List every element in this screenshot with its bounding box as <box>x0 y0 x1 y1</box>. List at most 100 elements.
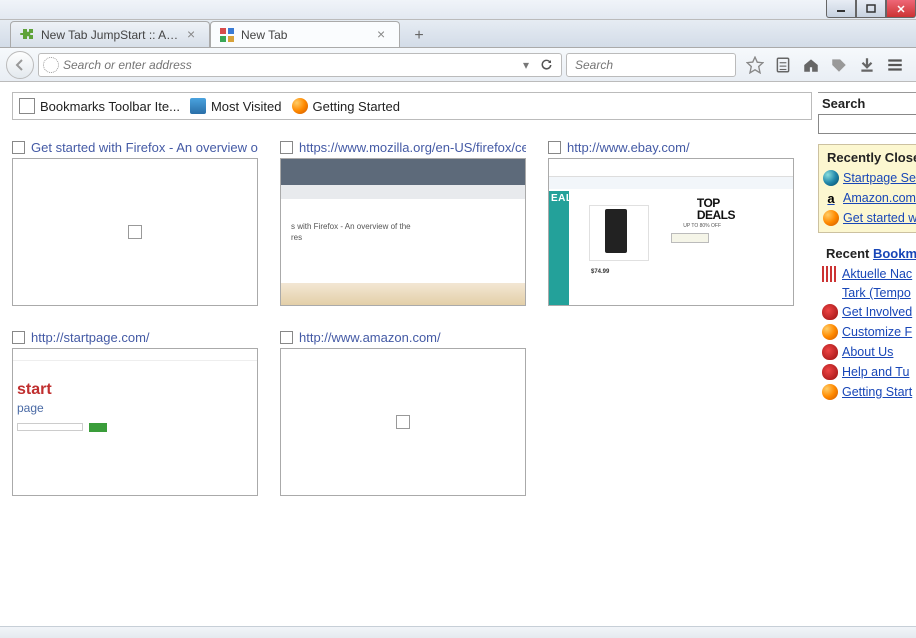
tag-icon <box>830 56 848 74</box>
bookmark-label: Getting Started <box>313 99 400 114</box>
back-arrow-icon <box>13 58 27 72</box>
recent-bookmark-item[interactable]: Getting Start <box>822 382 916 402</box>
downloads-button[interactable] <box>858 56 876 74</box>
bookmark-label: Most Visited <box>211 99 282 114</box>
firefox-icon <box>822 324 838 340</box>
tile-url: Get started with Firefox - An overview o… <box>31 140 258 155</box>
sidebar-recently-closed-section: Recently Closed Startpage Se aAmazon.com… <box>818 144 916 233</box>
window-title-bar <box>0 0 916 20</box>
bookmark-star-button[interactable] <box>746 56 764 74</box>
loading-icon <box>396 415 410 429</box>
reload-icon <box>539 58 553 72</box>
status-bar <box>0 626 916 638</box>
reload-button[interactable] <box>535 58 557 72</box>
bookmarks-list-button[interactable] <box>774 56 792 74</box>
recently-closed-title: Recently Closed <box>823 147 916 168</box>
tile-checkbox[interactable] <box>280 331 293 344</box>
recently-closed-item[interactable]: Startpage Se <box>823 168 916 188</box>
menu-button[interactable] <box>886 56 904 74</box>
window-close-button[interactable] <box>886 0 916 18</box>
tile-checkbox[interactable] <box>548 141 561 154</box>
new-tab-button[interactable]: + <box>406 25 432 47</box>
bookmark-folder-toolbar[interactable]: Bookmarks Toolbar Ite... <box>19 98 180 114</box>
speed-dial-grid: Get started with Firefox - An overview o… <box>12 138 818 496</box>
bookmarks-toolbar: Bookmarks Toolbar Ite... Most Visited Ge… <box>12 92 812 120</box>
tile-url: http://www.ebay.com/ <box>567 140 690 155</box>
bookmark-getting-started[interactable]: Getting Started <box>292 98 400 114</box>
back-button[interactable] <box>6 51 34 79</box>
recent-bookmark-item[interactable]: Get Involved <box>822 302 916 322</box>
tile-url: https://www.mozilla.org/en-US/firefox/ce <box>299 140 526 155</box>
star-icon <box>746 56 764 74</box>
tab-addons[interactable]: New Tab JumpStart :: Add-... × <box>10 21 210 47</box>
tile-checkbox[interactable] <box>12 141 25 154</box>
tab-label: New Tab JumpStart :: Add-... <box>41 28 179 42</box>
home-icon <box>802 56 820 74</box>
tile-checkbox[interactable] <box>280 141 293 154</box>
recently-closed-item[interactable]: Get started w <box>823 208 916 228</box>
sidebar-search-input[interactable] <box>818 114 916 134</box>
firefox-icon <box>292 98 308 114</box>
home-button[interactable] <box>802 56 820 74</box>
tab-newtab[interactable]: New Tab × <box>210 21 400 47</box>
pocket-button[interactable] <box>830 56 848 74</box>
tab-close-button[interactable]: × <box>187 28 201 42</box>
recent-bookmarks-title: Recent Bookma <box>822 243 916 264</box>
close-icon <box>896 4 906 14</box>
bug-icon <box>822 364 838 380</box>
url-dropdown-button[interactable]: ▾ <box>517 58 535 72</box>
firefox-icon <box>822 384 838 400</box>
tab-close-button[interactable]: × <box>377 28 391 42</box>
puzzle-icon <box>19 27 35 43</box>
speed-dial-tile[interactable]: http://startpage.com/ startpage <box>12 328 258 496</box>
sidebar-search-section: Search <box>818 92 916 134</box>
sidebar: Search Recently Closed Startpage Se aAma… <box>818 92 916 626</box>
globe-icon <box>823 170 839 186</box>
firefox-icon <box>823 210 839 226</box>
identity-icon <box>43 57 59 73</box>
most-visited-icon <box>190 98 206 114</box>
tile-checkbox[interactable] <box>12 331 25 344</box>
maximize-icon <box>866 4 876 14</box>
tile-url: http://www.amazon.com/ <box>299 330 441 345</box>
window-maximize-button[interactable] <box>856 0 886 18</box>
nav-toolbar: ▾ <box>0 48 916 82</box>
tile-thumbnail[interactable]: startpage <box>12 348 258 496</box>
jumpstart-icon <box>219 27 235 43</box>
tile-thumbnail[interactable] <box>12 158 258 306</box>
bug-icon <box>822 344 838 360</box>
speed-dial-tile[interactable]: https://www.mozilla.org/en-US/firefox/ce… <box>280 138 526 306</box>
recent-bookmark-item[interactable]: Customize F <box>822 322 916 342</box>
thumb-text: s with Firefox - An overview of the res <box>291 221 411 243</box>
recent-bookmark-item[interactable]: Aktuelle Nac <box>822 264 916 284</box>
tile-thumbnail[interactable]: EAL $74.99 TOPDEALS UP TO 80% OFF <box>548 158 794 306</box>
recent-bookmark-item[interactable]: Help and Tu <box>822 362 916 382</box>
loading-icon <box>128 225 142 239</box>
speed-dial-tile[interactable]: Get started with Firefox - An overview o… <box>12 138 258 306</box>
tile-thumbnail[interactable] <box>280 348 526 496</box>
window-minimize-button[interactable] <box>826 0 856 18</box>
sidebar-search-title: Search <box>818 93 916 114</box>
search-bar[interactable] <box>566 53 736 77</box>
tab-strip: New Tab JumpStart :: Add-... × New Tab ×… <box>0 20 916 48</box>
recent-bookmark-item[interactable]: About Us <box>822 342 916 362</box>
bug-icon <box>822 304 838 320</box>
folder-icon <box>19 98 35 114</box>
search-input[interactable] <box>575 58 732 72</box>
download-icon <box>858 56 876 74</box>
speed-dial-tile[interactable]: http://www.amazon.com/ <box>280 328 526 496</box>
bookmark-most-visited[interactable]: Most Visited <box>190 98 282 114</box>
url-input[interactable] <box>63 58 517 72</box>
page-content: Bookmarks Toolbar Ite... Most Visited Ge… <box>0 82 916 626</box>
amazon-icon: a <box>823 190 839 206</box>
recently-closed-item[interactable]: aAmazon.com <box>823 188 916 208</box>
main-area: Bookmarks Toolbar Ite... Most Visited Ge… <box>12 92 818 626</box>
url-bar[interactable]: ▾ <box>38 53 562 77</box>
tab-label: New Tab <box>241 28 369 42</box>
clipboard-icon <box>774 56 792 74</box>
bookmark-label: Bookmarks Toolbar Ite... <box>40 99 180 114</box>
speed-dial-tile[interactable]: http://www.ebay.com/ EAL $74.99 TOPDEALS… <box>548 138 794 306</box>
sidebar-recent-bookmarks-section: Recent Bookma Aktuelle Nac Tark (Tempo G… <box>818 243 916 406</box>
tile-thumbnail[interactable]: s with Firefox - An overview of the res <box>280 158 526 306</box>
recent-bookmark-item[interactable]: Tark (Tempo <box>822 284 916 302</box>
